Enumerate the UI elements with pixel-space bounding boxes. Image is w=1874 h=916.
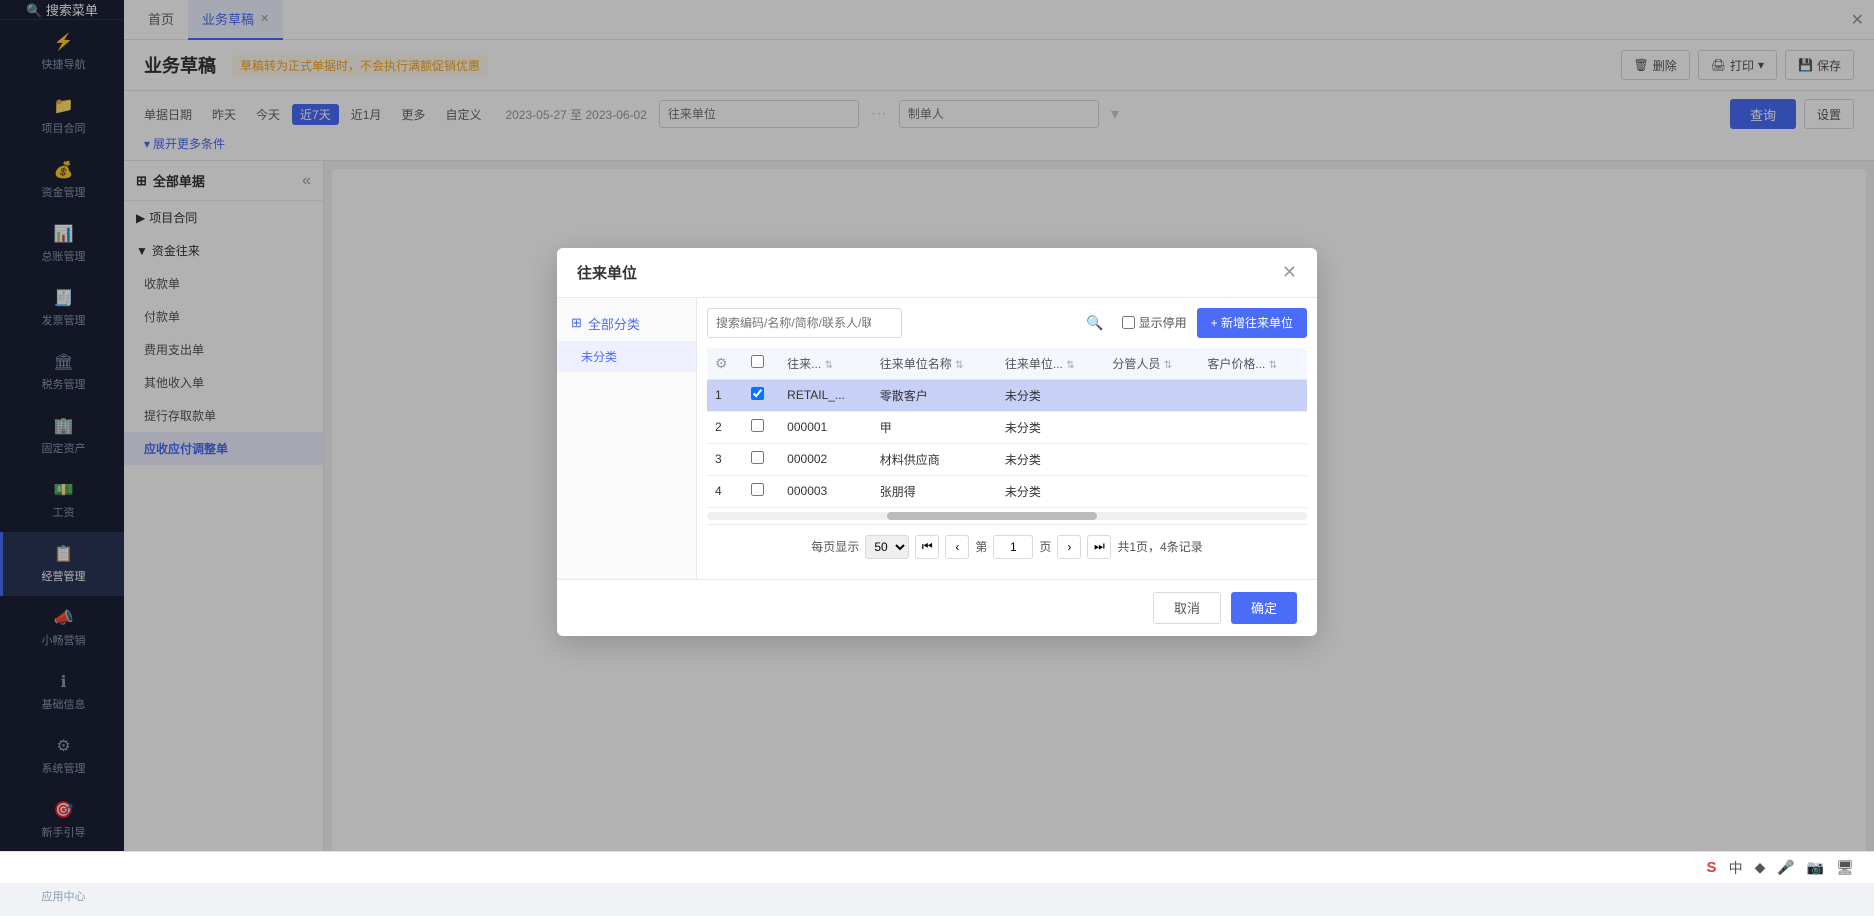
horizontal-scrollbar[interactable] [707, 512, 1307, 520]
table-row[interactable]: 3 000002 材料供应商 未分类 [707, 443, 1307, 475]
monitor-icon[interactable]: 🖥 [1836, 859, 1854, 876]
dialog-categories: ⊞ 全部分类 未分类 [557, 298, 697, 579]
row-price [1199, 411, 1307, 443]
th-name: 往来单位名称 ⇅ [872, 348, 997, 380]
camera-icon[interactable]: 📷 [1807, 859, 1824, 876]
row-checkbox [743, 379, 779, 411]
th-settings: ⚙ [707, 348, 743, 380]
dialog-table-scroll: ⚙ 往来... ⇅ 往来单位名称 ⇅ [707, 348, 1307, 508]
total-info: 共1页，4条记录 [1117, 538, 1202, 555]
row-code: 000003 [779, 475, 872, 507]
sort-icon[interactable]: ⇅ [1269, 360, 1277, 371]
dialog-pagination: 每页显示 50 ⏮ ‹ 第 页 › ⏭ 共1页，4条记录 [707, 524, 1307, 569]
table-row[interactable]: 2 000001 甲 未分类 [707, 411, 1307, 443]
sort-icon[interactable]: ⇅ [955, 360, 963, 371]
dialog-body: ⊞ 全部分类 未分类 🔍 显示停用 [557, 298, 1317, 579]
search-icon: 🔍 [1086, 314, 1103, 331]
bottom-bar: S 中 ◆ 🎤 📷 🖥 [0, 851, 1874, 883]
sort-icon[interactable]: ⇅ [1066, 360, 1074, 371]
table-row[interactable]: 4 000003 张朋得 未分类 [707, 475, 1307, 507]
per-page-select[interactable]: 50 [865, 535, 909, 559]
dialog-right-panel: 🔍 显示停用 + 新增往来单位 ⚙ [697, 298, 1317, 579]
row-checkbox [743, 411, 779, 443]
show-disabled-checkbox[interactable] [1122, 316, 1135, 329]
last-page-button[interactable]: ⏭ [1087, 535, 1111, 559]
row-manager [1104, 379, 1199, 411]
select-all-checkbox[interactable] [751, 355, 764, 368]
sort-icon[interactable]: ⇅ [1164, 360, 1172, 371]
th-price: 客户价格... ⇅ [1199, 348, 1307, 380]
row-checkbox [743, 443, 779, 475]
show-disabled-label: 显示停用 [1139, 314, 1187, 331]
next-page-button[interactable]: › [1057, 535, 1081, 559]
row-price [1199, 475, 1307, 507]
sort-icon[interactable]: ⇅ [825, 360, 833, 371]
th-manager: 分管人员 ⇅ [1104, 348, 1199, 380]
mic-icon[interactable]: 🎤 [1777, 859, 1794, 876]
per-page-label: 每页显示 [811, 538, 859, 555]
dialog-table: ⚙ 往来... ⇅ 往来单位名称 ⇅ [707, 348, 1307, 508]
chinese-icon[interactable]: 中 [1729, 858, 1743, 878]
category-unclassified[interactable]: 未分类 [557, 341, 696, 372]
row-no: 2 [707, 411, 743, 443]
row-select-checkbox[interactable] [751, 387, 764, 400]
row-manager [1104, 411, 1199, 443]
th-code: 往来... ⇅ [779, 348, 872, 380]
th-category: 往来单位... ⇅ [997, 348, 1105, 380]
page-number-input[interactable] [993, 535, 1033, 559]
grid-icon: ⊞ [571, 315, 582, 331]
dialog-search-row: 🔍 显示停用 + 新增往来单位 [707, 308, 1307, 338]
row-category: 未分类 [997, 411, 1105, 443]
table-row[interactable]: 1 RETAIL_... 零散客户 未分类 [707, 379, 1307, 411]
row-select-checkbox[interactable] [751, 419, 764, 432]
row-select-checkbox[interactable] [751, 451, 764, 464]
row-no: 4 [707, 475, 743, 507]
dialog-search-input[interactable] [707, 308, 902, 338]
row-category: 未分类 [997, 475, 1105, 507]
row-price [1199, 379, 1307, 411]
row-checkbox [743, 475, 779, 507]
row-manager [1104, 475, 1199, 507]
th-checkbox [743, 348, 779, 380]
row-price [1199, 443, 1307, 475]
scrollbar-thumb[interactable] [887, 512, 1097, 520]
row-name: 零散客户 [872, 379, 997, 411]
row-name: 甲 [872, 411, 997, 443]
table-header-row: ⚙ 往来... ⇅ 往来单位名称 ⇅ [707, 348, 1307, 380]
row-code: 000002 [779, 443, 872, 475]
row-name: 张朋得 [872, 475, 997, 507]
dialog-header: 往来单位 ✕ [557, 248, 1317, 298]
row-manager [1104, 443, 1199, 475]
diamond-icon[interactable]: ◆ [1755, 859, 1766, 876]
row-category: 未分类 [997, 379, 1105, 411]
dialog-overlay: 往来单位 ✕ ⊞ 全部分类 未分类 🔍 [0, 0, 1874, 883]
row-code: 000001 [779, 411, 872, 443]
first-page-button[interactable]: ⏮ [915, 535, 939, 559]
page-unit: 页 [1039, 538, 1051, 555]
row-name: 材料供应商 [872, 443, 997, 475]
partner-dialog: 往来单位 ✕ ⊞ 全部分类 未分类 🔍 [557, 248, 1317, 636]
dialog-close-button[interactable]: ✕ [1282, 262, 1297, 283]
confirm-button[interactable]: 确定 [1231, 592, 1297, 624]
cancel-button[interactable]: 取消 [1153, 592, 1221, 624]
prev-page-button[interactable]: ‹ [945, 535, 969, 559]
row-no: 1 [707, 379, 743, 411]
category-all[interactable]: ⊞ 全部分类 [557, 306, 696, 341]
row-select-checkbox[interactable] [751, 483, 764, 496]
dialog-table-head: ⚙ 往来... ⇅ 往来单位名称 ⇅ [707, 348, 1307, 380]
page-label: 第 [975, 538, 987, 555]
dialog-title: 往来单位 [577, 262, 637, 283]
row-no: 3 [707, 443, 743, 475]
dialog-footer: 取消 确定 [557, 579, 1317, 636]
row-code: RETAIL_... [779, 379, 872, 411]
search-wrap: 🔍 [707, 308, 1112, 338]
new-partner-button[interactable]: + 新增往来单位 [1197, 308, 1307, 338]
dialog-table-body: 1 RETAIL_... 零散客户 未分类 2 [707, 379, 1307, 507]
show-disabled-wrap: 显示停用 [1122, 314, 1187, 331]
row-category: 未分类 [997, 443, 1105, 475]
s-logo: S [1707, 859, 1717, 876]
settings-icon[interactable]: ⚙ [715, 355, 728, 371]
